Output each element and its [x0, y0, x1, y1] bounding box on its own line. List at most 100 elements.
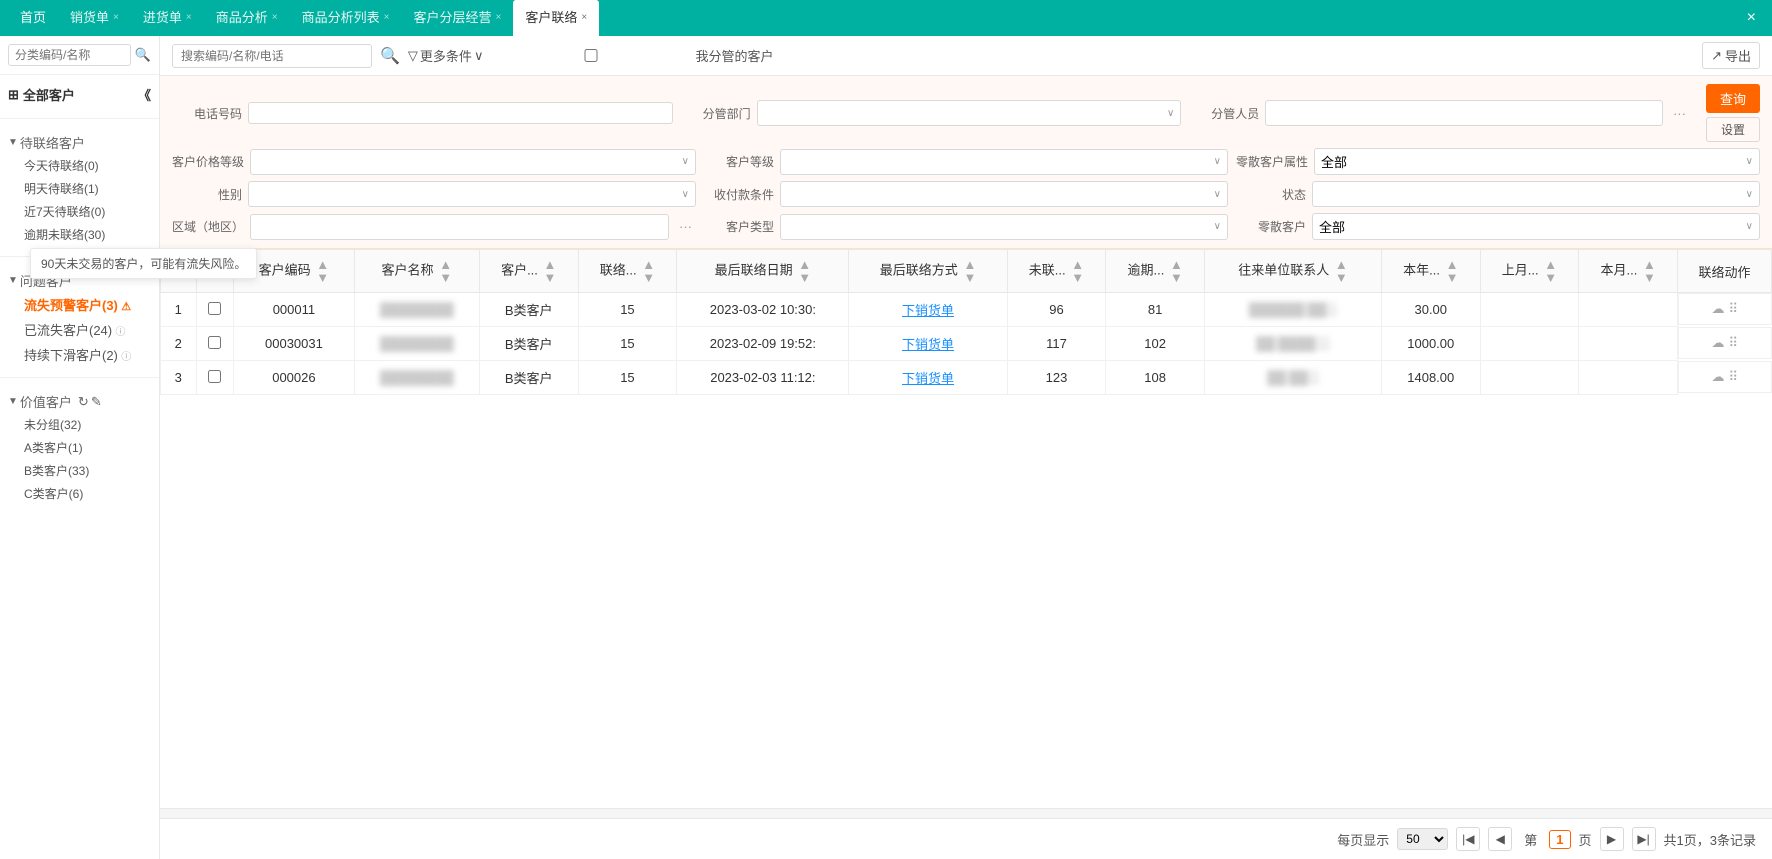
close-icon[interactable]: ×: [186, 0, 192, 36]
sidebar-item-churned[interactable]: 已流失客户(24) ⓘ: [8, 317, 151, 342]
table-row: 3 000026 ████████ B类客户 15 2023-02-03 11:…: [161, 361, 1772, 395]
phone-input[interactable]: [248, 102, 673, 124]
per-page-select[interactable]: 50 100 200: [1397, 828, 1448, 850]
customer-type-select[interactable]: ∨: [780, 214, 1228, 240]
payment-select[interactable]: ∨: [780, 181, 1228, 207]
region-select[interactable]: [250, 214, 669, 240]
edit-icon[interactable]: ✎: [91, 394, 102, 410]
th-last-month[interactable]: 上月... ▲▼: [1480, 250, 1579, 293]
last-month-cell: [1480, 293, 1579, 327]
tab-product-analysis-list[interactable]: 商品分析列表 ×: [290, 0, 402, 36]
sidebar-item-class-a[interactable]: A类客户(1): [8, 436, 151, 459]
th-customer-type[interactable]: 客户... ▲▼: [479, 250, 578, 293]
sidebar-item-churn-warning[interactable]: 流失预警客户(3) ⚠: [8, 292, 151, 317]
collapse-left-icon[interactable]: 《: [138, 85, 151, 104]
customer-level-select[interactable]: ∨: [780, 149, 1228, 175]
checkbox-cell[interactable]: [196, 293, 234, 327]
tab-customer-contact[interactable]: 客户联络 ×: [513, 0, 599, 36]
my-customers-checkbox[interactable]: [491, 49, 691, 62]
more-conditions-button[interactable]: ▽ 更多条件 ∨: [408, 46, 484, 65]
close-icon[interactable]: ×: [272, 0, 278, 36]
chevron-down-icon: ∨: [1167, 108, 1174, 119]
sidebar-item-class-c[interactable]: C类客户(6): [8, 482, 151, 505]
sidebar-search-input[interactable]: [8, 44, 131, 66]
contact-action-icon[interactable]: ☁: [1711, 301, 1724, 317]
gender-select[interactable]: ∨: [248, 181, 696, 207]
last-method-cell[interactable]: 下销货单: [849, 361, 1007, 395]
sidebar-item-declining[interactable]: 持续下滑客户(2) ⓘ: [8, 342, 151, 367]
th-not-contacted[interactable]: 未联... ▲▼: [1007, 250, 1106, 293]
export-button[interactable]: ↗ 导出: [1702, 42, 1760, 69]
search-input[interactable]: [172, 44, 372, 68]
more-dots-icon[interactable]: ···: [1669, 106, 1690, 121]
th-last-contact-method[interactable]: 最后联络方式 ▲▼: [849, 250, 1007, 293]
more-action-icon[interactable]: ⠿: [1728, 335, 1738, 351]
action-cell[interactable]: ☁ ⠿: [1678, 293, 1772, 325]
tab-sales-order[interactable]: 销货单 ×: [58, 0, 131, 36]
tab-product-analysis[interactable]: 商品分析 ×: [204, 0, 290, 36]
query-button[interactable]: 查询: [1706, 84, 1760, 113]
contact-action-icon[interactable]: ☁: [1711, 335, 1724, 351]
row-checkbox[interactable]: [208, 336, 221, 349]
first-page-button[interactable]: |◀: [1456, 827, 1480, 851]
sidebar-item-class-b[interactable]: B类客户(33): [8, 459, 151, 482]
content-area: 🔍 ▽ 更多条件 ∨ 我分管的客户 ↗ 导出 电话号码: [160, 36, 1772, 859]
refresh-icon[interactable]: ↻: [78, 394, 89, 410]
price-level-label: 客户价格等级: [172, 153, 244, 170]
manager-select[interactable]: [1265, 100, 1663, 126]
close-window-button[interactable]: ×: [1739, 9, 1764, 27]
more-dots-icon[interactable]: ···: [675, 219, 696, 234]
close-icon[interactable]: ×: [495, 0, 501, 36]
next-page-button[interactable]: ▶: [1600, 827, 1624, 851]
row-checkbox[interactable]: [208, 302, 221, 315]
th-this-month[interactable]: 本月... ▲▼: [1579, 250, 1678, 293]
more-action-icon[interactable]: ⠿: [1728, 369, 1738, 385]
close-icon[interactable]: ×: [384, 0, 390, 36]
filter-region: 区域（地区） ···: [172, 214, 696, 240]
more-action-icon[interactable]: ⠿: [1728, 301, 1738, 317]
action-cell[interactable]: ☁ ⠿: [1678, 361, 1772, 393]
filter-gender: 性别 ∨: [172, 181, 696, 207]
sidebar-item-ungrouped[interactable]: 未分组(32): [8, 413, 151, 436]
th-contact-person[interactable]: 往来单位联系人 ▲▼: [1205, 250, 1382, 293]
search-button[interactable]: 🔍: [380, 46, 400, 66]
checkbox-cell[interactable]: [196, 327, 234, 361]
th-this-year[interactable]: 本年... ▲▼: [1381, 250, 1480, 293]
payment-label: 收付款条件: [704, 186, 774, 203]
pending-contact-title[interactable]: ▼ 待联络客户: [8, 129, 151, 154]
checkbox-cell[interactable]: [196, 361, 234, 395]
tab-home[interactable]: 首页: [8, 0, 58, 36]
settings-button[interactable]: 设置: [1706, 117, 1760, 142]
tab-purchase-order[interactable]: 进货单 ×: [131, 0, 204, 36]
sidebar-item-7days[interactable]: 近7天待联络(0): [8, 200, 151, 223]
th-last-contact-date[interactable]: 最后联络日期 ▲▼: [677, 250, 849, 293]
status-select[interactable]: ∨: [1312, 181, 1760, 207]
close-icon[interactable]: ×: [581, 0, 587, 36]
value-customer-title[interactable]: ▼ 价值客户 ↻ ✎: [8, 388, 151, 413]
row-checkbox[interactable]: [208, 370, 221, 383]
th-name[interactable]: 客户名称 ▲▼: [354, 250, 479, 293]
all-customers-header[interactable]: ⊞ 全部客户 《: [8, 81, 151, 108]
prev-page-button[interactable]: ◀: [1488, 827, 1512, 851]
sidebar-item-tomorrow[interactable]: 明天待联络(1): [8, 177, 151, 200]
last-method-cell[interactable]: 下销货单: [849, 293, 1007, 327]
close-icon[interactable]: ×: [113, 0, 119, 36]
sidebar-item-today[interactable]: 今天待联络(0): [8, 154, 151, 177]
horizontal-scrollbar[interactable]: [160, 808, 1772, 818]
th-overdue[interactable]: 逾期... ▲▼: [1106, 250, 1205, 293]
price-level-select[interactable]: ∨: [250, 149, 696, 175]
sidebar-item-overdue[interactable]: 逾期未联络(30): [8, 223, 151, 246]
tab-customer-segmentation[interactable]: 客户分层经营 ×: [401, 0, 513, 36]
action-cell[interactable]: ☁ ⠿: [1678, 327, 1772, 359]
retail-customer-select[interactable]: 全部∨: [1312, 213, 1760, 240]
my-customers-checkbox-label[interactable]: 我分管的客户: [491, 46, 773, 65]
last-method-cell[interactable]: 下销货单: [849, 327, 1007, 361]
last-page-button[interactable]: ▶|: [1632, 827, 1656, 851]
th-contact-count[interactable]: 联络... ▲▼: [578, 250, 677, 293]
sidebar-search-icon[interactable]: 🔍: [135, 47, 151, 63]
dept-select[interactable]: ∨: [757, 100, 1182, 126]
status-label: 状态: [1236, 186, 1306, 203]
contact-action-icon[interactable]: ☁: [1711, 369, 1724, 385]
chevron-down-icon: ∨: [1214, 156, 1221, 167]
retail-attr-select[interactable]: 全部∨: [1314, 148, 1760, 175]
